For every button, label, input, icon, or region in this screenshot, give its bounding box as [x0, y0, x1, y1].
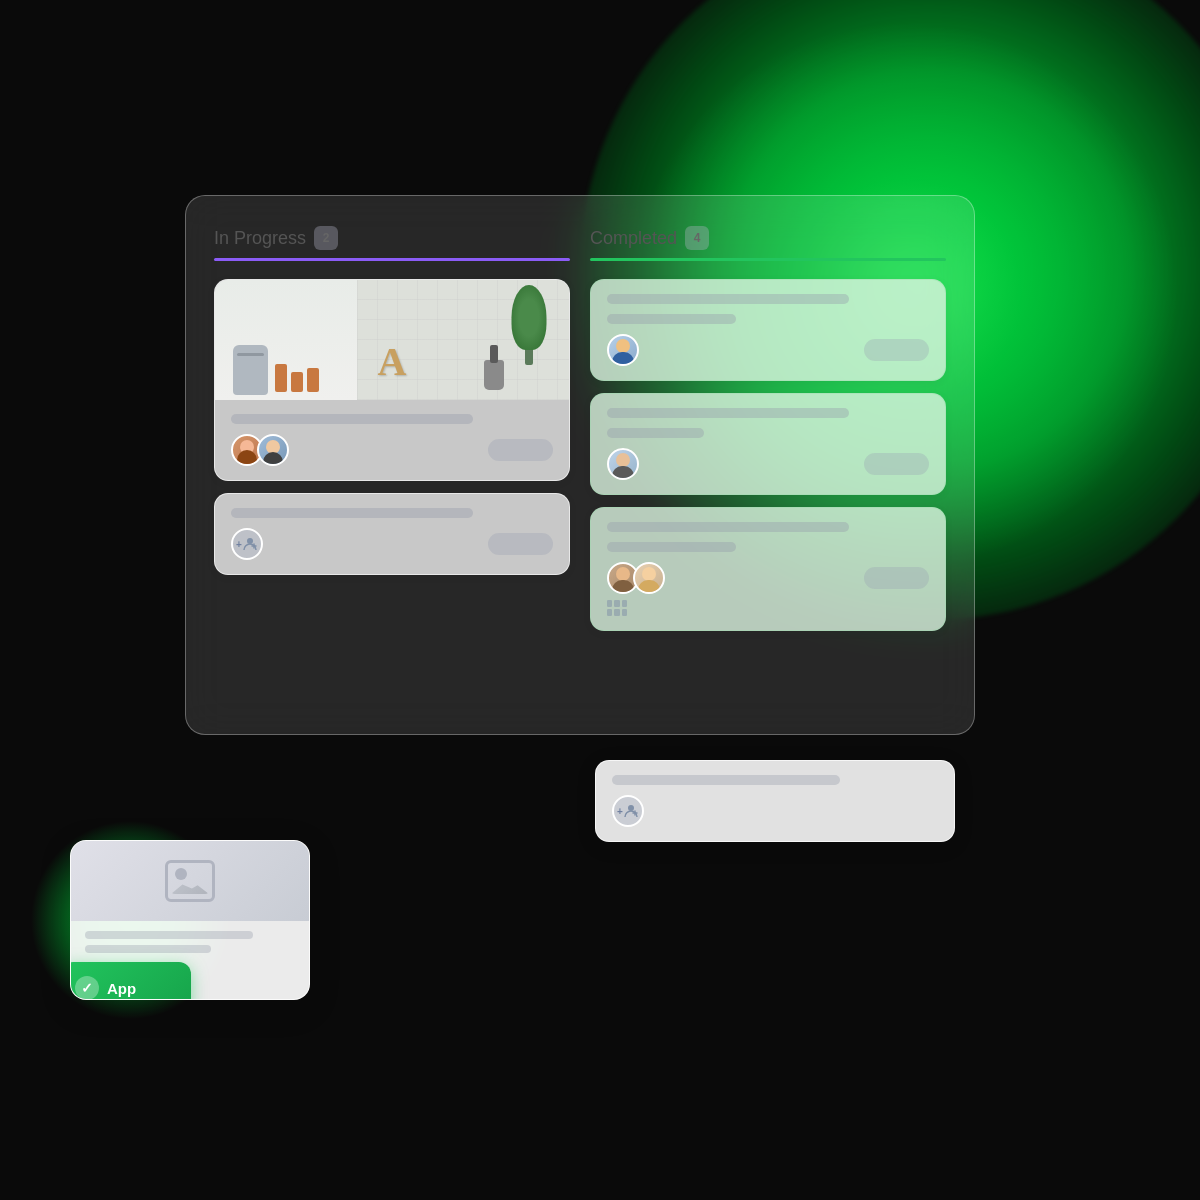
standalone-card[interactable] [595, 760, 955, 842]
completed-card-2[interactable] [590, 393, 946, 495]
card-2-tag [488, 533, 553, 555]
card-1-tag [488, 439, 553, 461]
avatar-beard [607, 448, 639, 480]
card-1-title-line [231, 414, 473, 424]
floating-card[interactable]: ✓ App [70, 840, 310, 1000]
kanban-board: In Progress 2 Completed 4 [185, 195, 975, 735]
floating-card-body [71, 921, 309, 963]
in-progress-count: 2 [314, 226, 338, 250]
check-circle: ✓ [75, 976, 99, 1000]
avatar-add [231, 528, 263, 560]
avatar-man2 [607, 334, 639, 366]
comp-3-avatars [607, 562, 665, 594]
comp-1-text-long [607, 294, 849, 304]
card-image: A [215, 280, 569, 400]
floating-card-image [71, 841, 309, 921]
floating-text-2 [85, 945, 211, 953]
svg-point-0 [247, 538, 253, 544]
in-progress-card-1[interactable]: A [214, 279, 570, 481]
plant-decor [509, 285, 549, 365]
completed-card-1[interactable] [590, 279, 946, 381]
card-1-body [215, 400, 569, 480]
backpack-decor [233, 345, 268, 395]
comp-1-avatars [607, 334, 639, 366]
in-progress-column: A [214, 279, 570, 704]
comp-2-tag [864, 453, 929, 475]
card-2-avatars [231, 528, 263, 560]
completed-underline [590, 258, 946, 261]
column-title-row-completed: Completed 4 [590, 226, 946, 250]
comp-3-text-long [607, 522, 849, 532]
table-cell-6 [622, 609, 627, 616]
in-progress-card-2[interactable] [214, 493, 570, 575]
card-2-footer [231, 528, 553, 560]
comp-1-tag [864, 339, 929, 361]
comp-2-footer [607, 448, 929, 480]
table-cell-1 [607, 600, 612, 607]
comp-2-text-short [607, 428, 704, 438]
avatar-man1 [257, 434, 289, 466]
columns-header: In Progress 2 Completed 4 [214, 226, 946, 261]
geo-item-2 [291, 372, 303, 392]
completed-card-3[interactable] [590, 507, 946, 631]
approved-badge: ✓ App [70, 962, 191, 1000]
img-circle [175, 868, 187, 880]
comp-2-avatars [607, 448, 639, 480]
geo-item-3 [307, 368, 319, 392]
check-mark-icon: ✓ [81, 980, 93, 996]
comp-1-text-short [607, 314, 736, 324]
column-header-completed: Completed 4 [590, 226, 946, 261]
vase-decor [484, 360, 504, 390]
add-person-icon [233, 530, 261, 558]
avatar-blonde [633, 562, 665, 594]
image-placeholder-icon [165, 860, 215, 902]
comp-1-footer [607, 334, 929, 366]
standalone-add-icon [614, 797, 642, 825]
comp-3-tag [864, 567, 929, 589]
in-progress-underline [214, 258, 570, 261]
in-progress-title: In Progress [214, 228, 306, 249]
geo-item-1 [275, 364, 287, 392]
completed-count: 4 [685, 226, 709, 250]
comp-3-text-short [607, 542, 736, 552]
completed-column [590, 279, 946, 704]
letter-a-decor: A [378, 338, 407, 385]
standalone-footer [612, 795, 938, 827]
approved-label: App [107, 980, 136, 997]
standalone-text-line [612, 775, 840, 785]
standalone-avatar-add [612, 795, 644, 827]
comp-3-footer [607, 562, 929, 594]
svg-point-1 [628, 805, 634, 811]
table-cell-4 [607, 609, 612, 616]
columns-body: A [214, 279, 946, 704]
table-cell-2 [614, 600, 619, 607]
column-header-in-progress: In Progress 2 [214, 226, 570, 261]
card-2-title-line [231, 508, 473, 518]
card-1-avatars [231, 434, 289, 466]
table-icon [607, 600, 627, 616]
table-cell-5 [614, 609, 619, 616]
column-title-row-in-progress: In Progress 2 [214, 226, 570, 250]
completed-title: Completed [590, 228, 677, 249]
card-image-scene: A [215, 280, 569, 400]
table-cell-3 [622, 600, 627, 607]
card-1-footer [231, 434, 553, 466]
comp-2-text-long [607, 408, 849, 418]
floating-text-1 [85, 931, 253, 939]
geo-decor [275, 364, 319, 392]
